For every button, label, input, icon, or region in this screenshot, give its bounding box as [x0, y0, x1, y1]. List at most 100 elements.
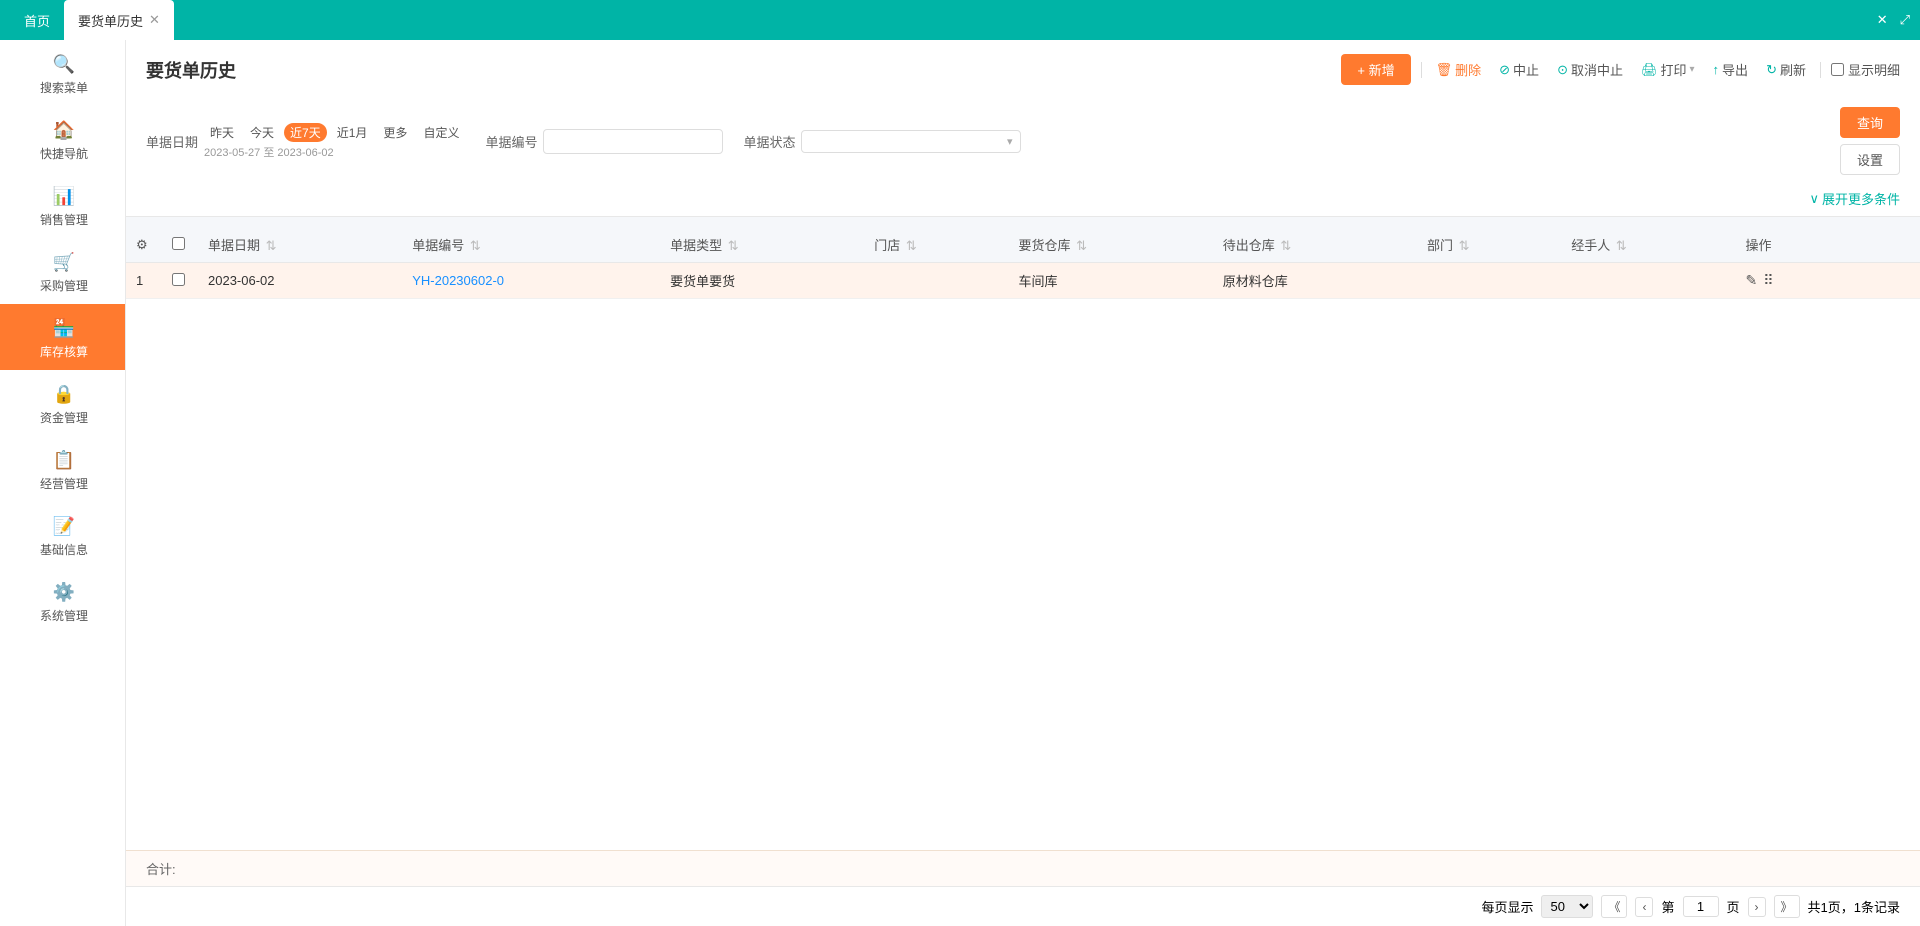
display-detail-checkbox-label[interactable]: 显示明细	[1831, 60, 1900, 79]
per-page-label: 每页显示	[1481, 897, 1533, 916]
page-title-row: 要货单历史 + 新增 🗑 删除 ⊘ 中止 ⊙ 取消中止	[146, 54, 1900, 85]
first-page-button[interactable]: 《	[1601, 895, 1627, 918]
query-button[interactable]: 查询	[1840, 107, 1900, 138]
col-settings[interactable]: ⚙	[126, 227, 162, 263]
expand-more-conditions[interactable]: ∨ 展开更多条件	[1809, 189, 1900, 208]
col-department-sort-icon[interactable]: ⇅	[1459, 238, 1470, 253]
data-table: ⚙ 单据日期 ⇅ 单据编号 ⇅	[126, 227, 1920, 299]
status-select-dropdown-icon: ▾	[1007, 135, 1013, 148]
table-area: ⚙ 单据日期 ⇅ 单据编号 ⇅	[126, 227, 1920, 850]
prev-page-button[interactable]: ‹	[1635, 897, 1653, 917]
row-edit-icon[interactable]: ✎	[1745, 272, 1757, 289]
sidebar-item-inventory[interactable]: 🏪 库存核算	[0, 304, 125, 370]
sidebar-item-quick-nav[interactable]: 🏠 快捷导航	[0, 106, 125, 172]
page-header: 要货单历史 + 新增 🗑 删除 ⊘ 中止 ⊙ 取消中止	[126, 40, 1920, 217]
col-store-sort-icon[interactable]: ⇅	[906, 238, 917, 253]
col-billtype[interactable]: 单据类型 ⇅	[660, 227, 864, 263]
page-number-input[interactable]	[1683, 896, 1719, 917]
billno-filter-group: 单据编号	[485, 129, 723, 154]
action-icons: ✎ ⠿	[1745, 272, 1910, 289]
row-department	[1417, 263, 1561, 299]
col-billno[interactable]: 单据编号 ⇅	[402, 227, 660, 263]
chip-last1month[interactable]: 近1月	[331, 123, 374, 142]
row-req-warehouse: 车间库	[1009, 263, 1213, 299]
sidebar-item-search-menu[interactable]: 🔍 搜索菜单	[0, 40, 125, 106]
search-menu-icon: 🔍	[53, 54, 75, 75]
col-handler-sort-icon[interactable]: ⇅	[1616, 238, 1627, 253]
cancel-stop-button[interactable]: ⊙ 取消中止	[1553, 58, 1627, 81]
content-area: 要货单历史 + 新增 🗑 删除 ⊘ 中止 ⊙ 取消中止	[126, 40, 1920, 926]
delete-icon: 🗑	[1436, 62, 1453, 78]
table-row: 1 2023-06-02 YH-20230602-0 要货单要货 车间库 原材料…	[126, 263, 1920, 299]
export-button[interactable]: ↑ 导出	[1709, 58, 1753, 81]
billno-input[interactable]	[543, 129, 723, 154]
date-chips: 昨天 今天 近7天 近1月 更多 自定义	[204, 123, 465, 142]
tab-requisition-history[interactable]: 要货单历史 ✕	[64, 0, 174, 40]
display-detail-checkbox[interactable]	[1831, 63, 1844, 76]
basic-info-icon: 📝	[53, 516, 75, 537]
col-settings-icon[interactable]: ⚙	[136, 237, 148, 252]
print-icon: 🖨	[1641, 62, 1658, 78]
refresh-button[interactable]: ↻ 刷新	[1762, 58, 1810, 81]
row-more-icon[interactable]: ⠿	[1763, 272, 1773, 289]
row-billno-link[interactable]: YH-20230602-0	[412, 273, 504, 288]
status-filter-label: 单据状态	[743, 132, 795, 151]
col-req-warehouse-sort-icon[interactable]: ⇅	[1076, 238, 1087, 253]
select-all-checkbox[interactable]	[172, 237, 185, 250]
col-date[interactable]: 单据日期 ⇅	[198, 227, 402, 263]
settings-button[interactable]: 设置	[1840, 144, 1900, 175]
add-button[interactable]: + 新增	[1341, 54, 1410, 85]
expand-window-icon[interactable]: ⤢	[1900, 12, 1910, 28]
next-page-button[interactable]: ›	[1748, 897, 1766, 917]
inventory-icon: 🏪	[53, 318, 75, 339]
print-button[interactable]: 🖨 打印 ▾	[1637, 58, 1699, 81]
col-department[interactable]: 部门 ⇅	[1417, 227, 1561, 263]
filter-row: 单据日期 昨天 今天 近7天 近1月 更多 自定义 2023-05-27 至 2…	[146, 97, 1900, 185]
col-billtype-sort-icon[interactable]: ⇅	[728, 238, 739, 253]
status-select[interactable]: ▾	[801, 130, 1021, 153]
sidebar-item-basic-info[interactable]: 📝 基础信息	[0, 502, 125, 568]
chip-today[interactable]: 今天	[244, 123, 280, 142]
sidebar-item-system-mgmt[interactable]: ⚙️ 系统管理	[0, 568, 125, 634]
sidebar-item-operations-mgmt[interactable]: 📋 经营管理	[0, 436, 125, 502]
chip-last7days[interactable]: 近7天	[284, 123, 327, 142]
per-page-select[interactable]: 10 20 50 100	[1541, 895, 1593, 918]
page-suffix: 页	[1727, 897, 1740, 916]
col-store[interactable]: 门店 ⇅	[864, 227, 1008, 263]
tab-close-icon[interactable]: ✕	[149, 12, 160, 28]
sidebar-item-purchase-mgmt[interactable]: 🛒 采购管理	[0, 238, 125, 304]
print-dropdown-icon[interactable]: ▾	[1690, 64, 1695, 75]
row-select-checkbox[interactable]	[172, 273, 185, 286]
filter-expand-row: ∨ 展开更多条件	[146, 185, 1900, 216]
col-billno-sort-icon[interactable]: ⇅	[470, 238, 481, 253]
chip-custom[interactable]: 自定义	[417, 123, 465, 142]
toolbar-divider-2	[1820, 62, 1821, 78]
close-window-icon[interactable]: ✕	[1877, 12, 1888, 28]
sidebar: 🔍 搜索菜单 🏠 快捷导航 📊 销售管理 🛒 采购管理 🏪 库存核算 🔒 资金管…	[0, 40, 126, 926]
col-date-sort-icon[interactable]: ⇅	[266, 238, 277, 253]
sidebar-item-finance-mgmt[interactable]: 🔒 资金管理	[0, 370, 125, 436]
col-req-warehouse[interactable]: 要货仓库 ⇅	[1009, 227, 1213, 263]
col-pending-warehouse[interactable]: 待出仓库 ⇅	[1213, 227, 1417, 263]
last-page-button[interactable]: 》	[1774, 895, 1800, 918]
purchase-icon: 🛒	[53, 252, 75, 273]
total-info: 共1页，1条记录	[1808, 897, 1900, 916]
sidebar-item-sales-mgmt[interactable]: 📊 销售管理	[0, 172, 125, 238]
col-action: 操作	[1735, 227, 1920, 263]
billno-filter-label: 单据编号	[485, 132, 537, 151]
delete-button[interactable]: 🗑 删除	[1432, 58, 1486, 81]
finance-icon: 🔒	[53, 384, 75, 405]
row-store	[864, 263, 1008, 299]
date-range-container: 昨天 今天 近7天 近1月 更多 自定义 2023-05-27 至 2023-0…	[204, 123, 465, 160]
toolbar-divider-1	[1421, 62, 1422, 78]
col-pending-warehouse-sort-icon[interactable]: ⇅	[1280, 238, 1291, 253]
status-filter-group: 单据状态 ▾	[743, 130, 1021, 153]
top-bar: 首页 要货单历史 ✕ ✕ ⤢	[0, 0, 1920, 40]
expand-icon: ∨	[1809, 191, 1819, 207]
tab-home[interactable]: 首页	[10, 0, 64, 40]
stop-button[interactable]: ⊘ 中止	[1495, 58, 1543, 81]
chip-yesterday[interactable]: 昨天	[204, 123, 240, 142]
col-handler[interactable]: 经手人 ⇅	[1561, 227, 1735, 263]
chip-more[interactable]: 更多	[377, 123, 413, 142]
query-buttons: 查询 设置	[1840, 107, 1900, 175]
